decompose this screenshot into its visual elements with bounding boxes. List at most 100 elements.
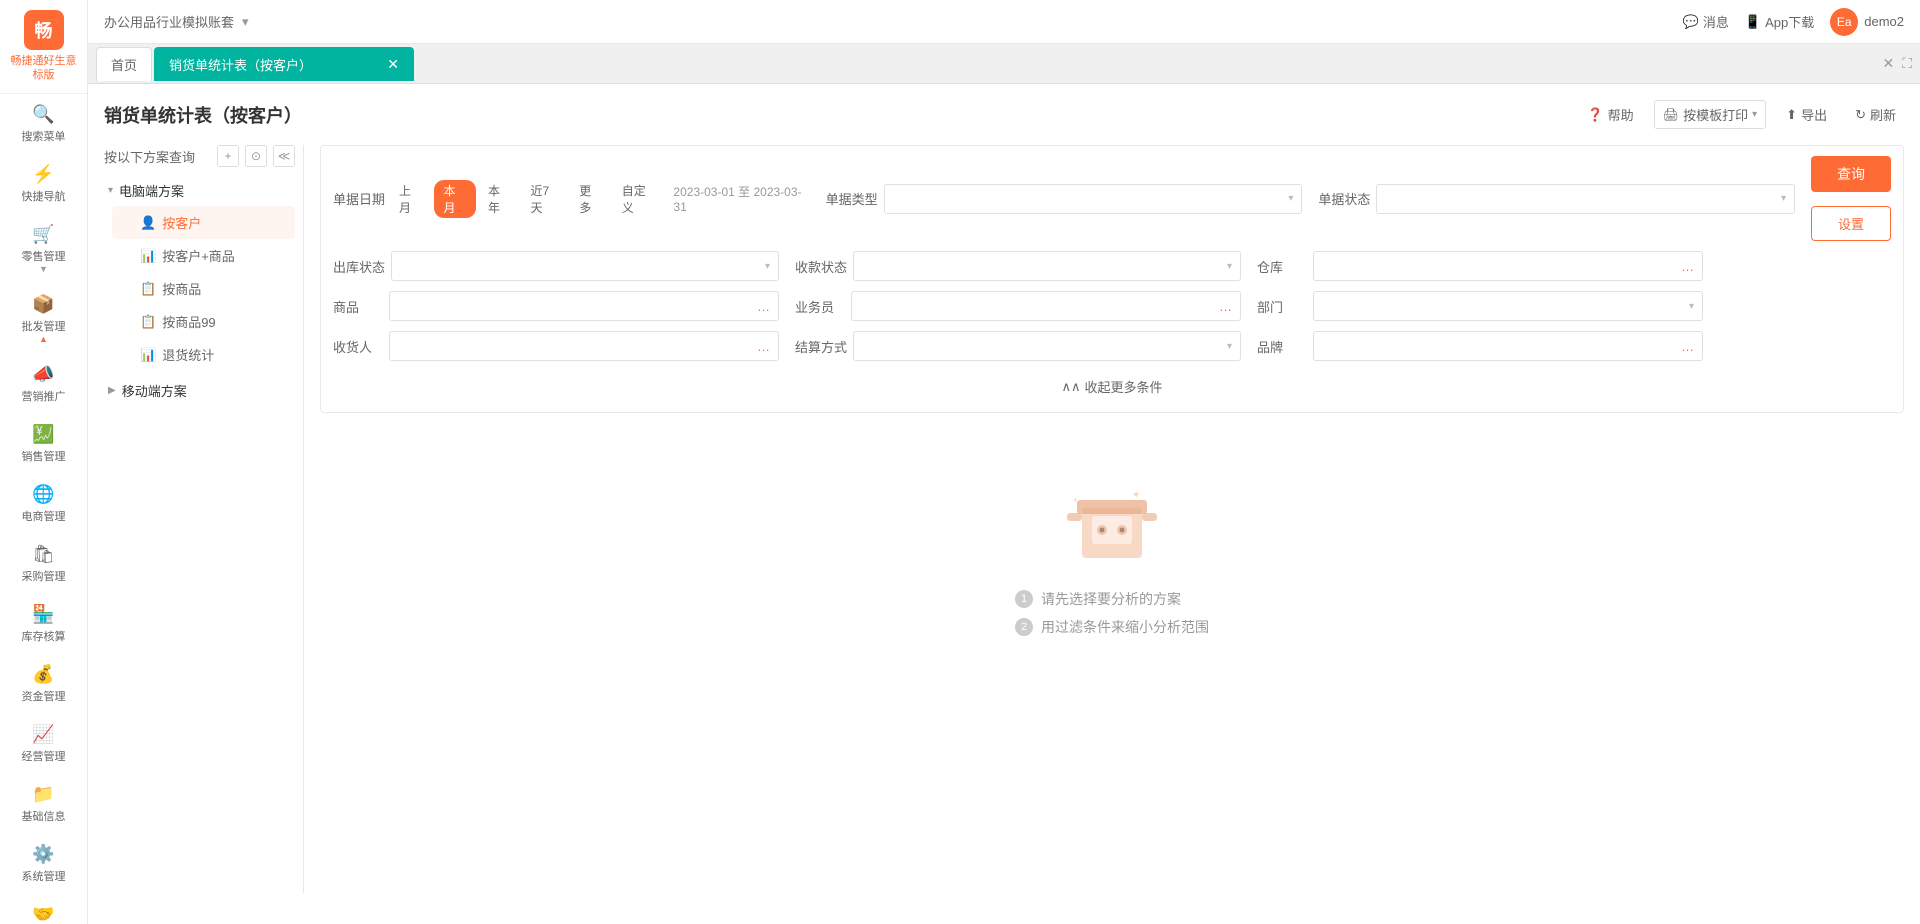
sidebar-finance-label: 资金管理 xyxy=(22,688,66,704)
sidebar-ecommerce-label: 电商管理 xyxy=(22,508,66,524)
query-button[interactable]: 查询 xyxy=(1811,156,1891,192)
add-scheme-button[interactable]: + xyxy=(217,145,239,167)
tab-close-all-icon[interactable]: ✕ xyxy=(1882,55,1894,72)
sidebar-item-system[interactable]: ⚙️ 系统管理 xyxy=(0,834,87,894)
salesman-input[interactable]: … xyxy=(851,291,1241,321)
tab-sales-stats[interactable]: 销货单统计表（按客户） ✕ xyxy=(154,47,414,81)
sidebar-quicknav-label: 快捷导航 xyxy=(22,188,66,204)
ecommerce-icon: 🌐 xyxy=(32,484,54,505)
status-filter-caret: ▾ xyxy=(1781,193,1786,204)
operations-icon: 📈 xyxy=(32,724,54,745)
goods-input[interactable]: … xyxy=(389,291,779,321)
basic-icon: 📁 xyxy=(32,784,54,805)
empty-state: ✦ ✦ 1 请先选择要分析的方案 2 用过滤条件来缩小分析范围 xyxy=(320,413,1904,697)
collapse-label: 收起更多条件 xyxy=(1085,377,1163,396)
refresh-label: 刷新 xyxy=(1870,105,1896,124)
receiptstatus-select[interactable]: ▾ xyxy=(853,251,1241,281)
tree-item-customer-goods[interactable]: 📊 按客户+商品 xyxy=(112,239,295,272)
tree-item-returns[interactable]: 📊 退货统计 xyxy=(112,338,295,371)
main-area: 办公用品行业模拟账套 ▾ 💬 消息 📱 App下载 Ea demo2 首页 销货… xyxy=(88,0,1920,924)
sidebar-item-marketing[interactable]: 📣 营销推广 xyxy=(0,354,87,414)
sidebar-item-company[interactable]: 🤝 企业协同 xyxy=(0,894,87,924)
date-btn-7days[interactable]: 近7天 xyxy=(522,180,567,218)
sidebar-item-ecommerce[interactable]: 🌐 电商管理 xyxy=(0,474,87,534)
warehouse-input[interactable]: … xyxy=(1313,251,1703,281)
edit-scheme-button[interactable]: ⊙ xyxy=(245,145,267,167)
sidebar-system-label: 系统管理 xyxy=(22,868,66,884)
tree-item-goods99[interactable]: 📋 按商品99 xyxy=(112,305,295,338)
help-button[interactable]: ❓ 帮助 xyxy=(1579,101,1641,128)
sidebar-item-purchase[interactable]: 🛍 采购管理 xyxy=(0,534,87,594)
tab-close-icon[interactable]: ✕ xyxy=(387,56,399,73)
outstatus-filter-group: 出库状态 ▾ xyxy=(333,251,779,281)
tree-desktop-header[interactable]: ▾ 电脑端方案 xyxy=(104,175,295,206)
retail-icon: 🛒 xyxy=(32,224,54,245)
tree-item-goods[interactable]: 📋 按商品 xyxy=(112,272,295,305)
settle-select[interactable]: ▾ xyxy=(853,331,1241,361)
type-filter-select[interactable]: ▾ xyxy=(884,184,1303,214)
dropdown-arrow[interactable]: ▾ xyxy=(242,14,249,30)
tree-group-mobile: ▶ 移动端方案 xyxy=(104,375,295,406)
sidebar-item-basic[interactable]: 📁 基础信息 xyxy=(0,774,87,834)
tab-home[interactable]: 首页 xyxy=(96,47,152,81)
goods-filter-group: 商品 … xyxy=(333,291,779,321)
retail-arrow: ▼ xyxy=(39,264,48,274)
empty-step-1: 1 请先选择要分析的方案 xyxy=(1015,589,1209,609)
message-button[interactable]: 💬 消息 xyxy=(1683,12,1729,31)
receiver-input[interactable]: … xyxy=(389,331,779,361)
dept-label: 部门 xyxy=(1257,297,1307,316)
sidebar-item-sales[interactable]: 💹 销售管理 xyxy=(0,414,87,474)
sidebar-logo[interactable]: 畅 畅捷通好生意标版 xyxy=(0,0,87,94)
type-filter-group: 单据类型 ▾ xyxy=(826,184,1303,214)
sidebar-item-search[interactable]: 🔍 搜索菜单 xyxy=(0,94,87,154)
type-filter-label: 单据类型 xyxy=(826,189,878,208)
status-filter-select[interactable]: ▾ xyxy=(1376,184,1795,214)
collapse-panel-button[interactable]: ≪ xyxy=(273,145,295,167)
outstatus-select[interactable]: ▾ xyxy=(391,251,779,281)
date-btn-custom[interactable]: 自定义 xyxy=(614,180,664,218)
filter-row-4: 收货人 … 结算方式 ▾ xyxy=(333,331,1891,361)
user-menu[interactable]: Ea demo2 xyxy=(1830,8,1904,36)
quicknav-icon: ⚡ xyxy=(32,164,54,185)
sidebar-basic-label: 基础信息 xyxy=(22,808,66,824)
setting-button[interactable]: 设置 xyxy=(1811,206,1891,241)
collapse-up-icon: ∧∧ xyxy=(1061,379,1080,395)
customer-icon: 👤 xyxy=(140,215,156,231)
sidebar-item-quicknav[interactable]: ⚡ 快捷导航 xyxy=(0,154,87,214)
print-button[interactable]: 🖨 按模板打印 ▾ xyxy=(1654,100,1767,129)
export-button[interactable]: ⬆ 导出 xyxy=(1778,101,1835,128)
sidebar-item-finance[interactable]: 💰 资金管理 xyxy=(0,654,87,714)
tab-maximize-icon[interactable]: ⛶ xyxy=(1902,55,1912,72)
sidebar-item-operations[interactable]: 📈 经营管理 xyxy=(0,714,87,774)
print-arrow: ▾ xyxy=(1752,109,1757,120)
company-name: 办公用品行业模拟账套 xyxy=(104,12,234,31)
refresh-button[interactable]: ↻ 刷新 xyxy=(1847,101,1904,128)
settle-label: 结算方式 xyxy=(795,337,847,356)
date-btn-thisyear[interactable]: 本年 xyxy=(480,180,518,218)
header-right: 💬 消息 📱 App下载 Ea demo2 xyxy=(1683,8,1904,36)
receiver-label: 收货人 xyxy=(333,337,383,356)
date-btn-more[interactable]: 更多 xyxy=(571,180,609,218)
app-download-label: App下载 xyxy=(1765,12,1814,31)
collapse-button[interactable]: ∧∧ 收起更多条件 xyxy=(1055,371,1168,402)
empty-step-2: 2 用过滤条件来缩小分析范围 xyxy=(1015,617,1209,637)
receiver-filter-group: 收货人 … xyxy=(333,331,779,361)
app-download-button[interactable]: 📱 App下载 xyxy=(1745,12,1814,31)
date-btn-thismonth[interactable]: 本月 xyxy=(434,180,476,218)
outstatus-label: 出库状态 xyxy=(333,257,385,276)
date-btn-lastmonth[interactable]: 上月 xyxy=(391,180,429,218)
tree-item-by-customer[interactable]: 👤 按客户 xyxy=(112,206,295,239)
finance-icon: 💰 xyxy=(32,664,54,685)
sidebar-item-inventory[interactable]: 🏪 库存核算 xyxy=(0,594,87,654)
brand-input[interactable]: … xyxy=(1313,331,1703,361)
tree-item-customer-label: 按客户 xyxy=(162,213,201,232)
tree-group-desktop: ▾ 电脑端方案 👤 按客户 📊 按客户+商品 📋 xyxy=(104,175,295,371)
tree-mobile-header[interactable]: ▶ 移动端方案 xyxy=(104,375,295,406)
left-panel-title: 按以下方案查询 xyxy=(104,147,195,166)
goods99-icon: 📋 xyxy=(140,314,156,330)
dept-select[interactable]: ▾ xyxy=(1313,291,1703,321)
sidebar-item-retail[interactable]: 🛒 零售管理 ▼ xyxy=(0,214,87,284)
sidebar-item-wholesale[interactable]: 📦 批发管理 ▲ xyxy=(0,284,87,354)
tree-desktop-arrow: ▾ xyxy=(108,185,113,196)
left-panel: 按以下方案查询 + ⊙ ≪ ▾ 电脑端方案 👤 xyxy=(104,145,304,893)
